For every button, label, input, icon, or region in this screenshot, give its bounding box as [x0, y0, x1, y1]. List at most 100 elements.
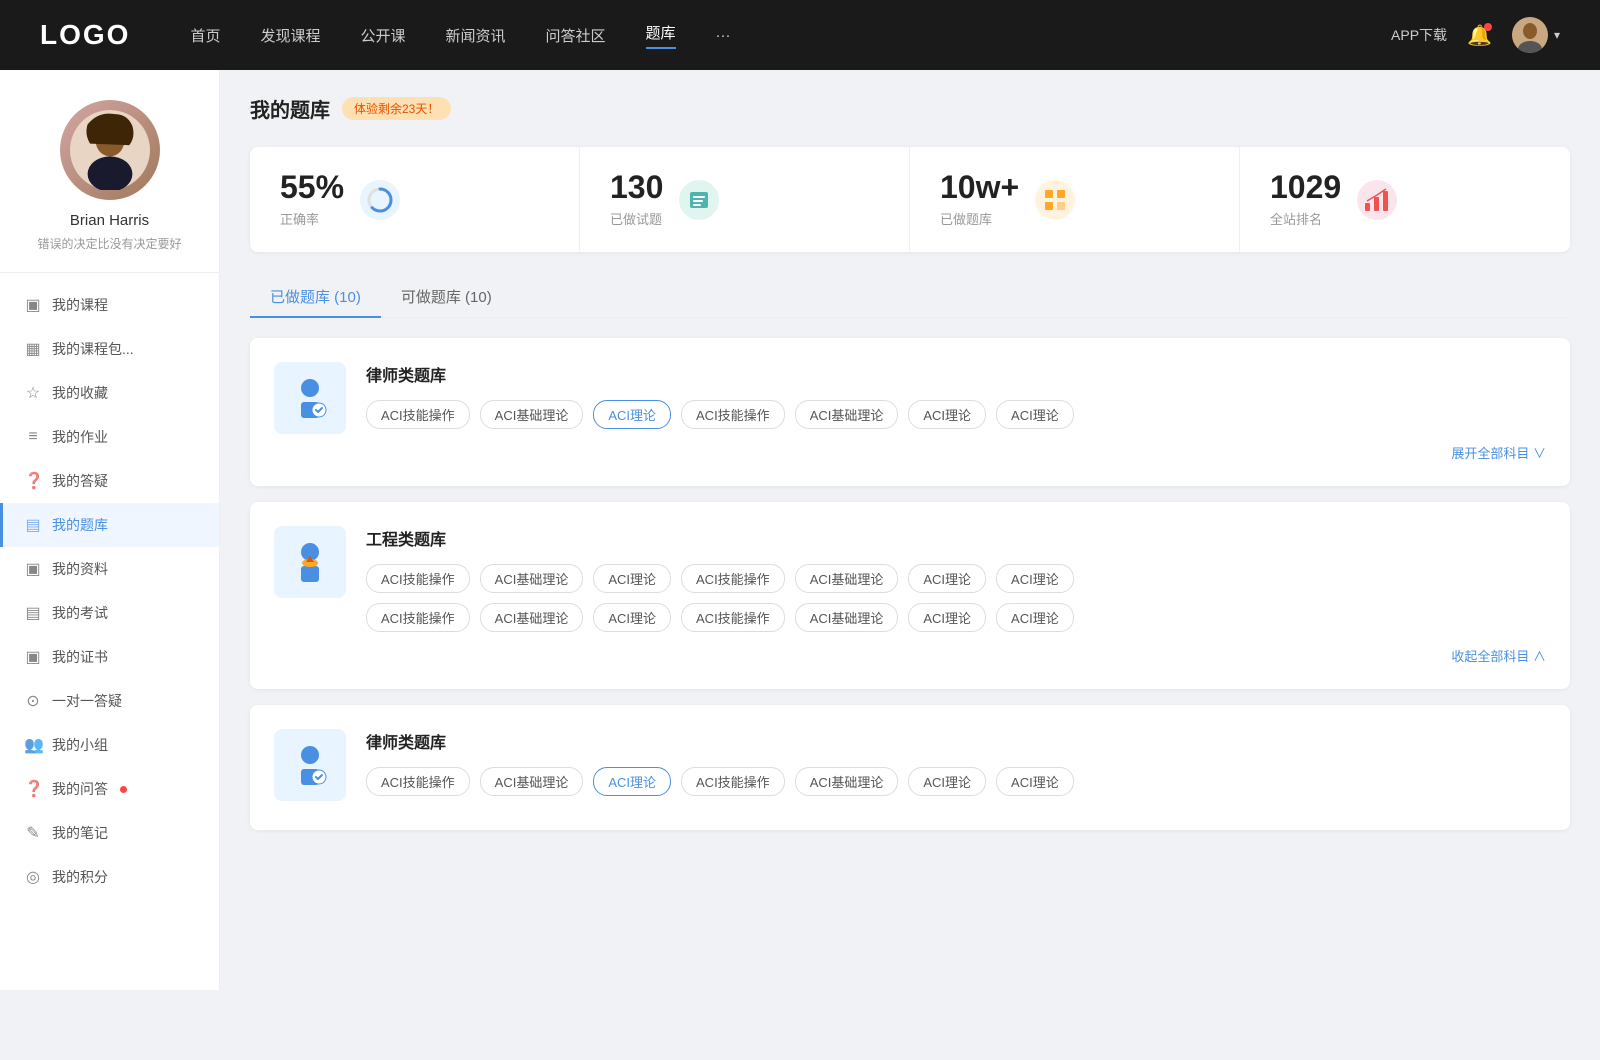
tag-2-3[interactable]: ACI技能操作	[681, 767, 785, 796]
sidebar-item-points[interactable]: ◎ 我的积分	[0, 855, 219, 899]
notification-bell[interactable]: 🔔	[1467, 23, 1492, 48]
nav-more[interactable]: ···	[716, 27, 731, 44]
collapse-link-1[interactable]: 收起全部科目 ∧	[366, 642, 1546, 665]
tag-0-0[interactable]: ACI技能操作	[366, 400, 470, 429]
sidebar-item-notes[interactable]: ✎ 我的笔记	[0, 811, 219, 855]
tag-0-4[interactable]: ACI基础理论	[795, 400, 899, 429]
sidebar-label-exam: 我的考试	[52, 603, 108, 623]
nav-news[interactable]: 新闻资讯	[446, 25, 506, 46]
qbank-card-1-icon	[274, 526, 346, 598]
tag-1-2[interactable]: ACI理论	[593, 564, 671, 593]
sidebar-item-course-package[interactable]: ▦ 我的课程包...	[0, 327, 219, 371]
qbank-card-2-body: 律师类题库 ACI技能操作 ACI基础理论 ACI理论 ACI技能操作 ACI基…	[366, 729, 1546, 806]
profile-name: Brian Harris	[70, 212, 149, 229]
stat-done-banks: 10w+ 已做题库	[910, 147, 1240, 252]
header: LOGO 首页 发现课程 公开课 新闻资讯 问答社区 题库 ··· APP下载 …	[0, 0, 1600, 70]
page-wrap: Brian Harris 错误的决定比没有决定要好 ▣ 我的课程 ▦ 我的课程包…	[0, 70, 1600, 990]
sidebar-label-qbank: 我的题库	[52, 515, 108, 535]
tab-available-banks[interactable]: 可做题库 (10)	[381, 276, 512, 317]
qbank-card-1-tags-row1: ACI技能操作 ACI基础理论 ACI理论 ACI技能操作 ACI基础理论 AC…	[366, 564, 1546, 593]
stat-done-questions-value: 130	[610, 171, 663, 203]
qbank-card-0-body: 律师类题库 ACI技能操作 ACI基础理论 ACI理论 ACI技能操作 ACI基…	[366, 362, 1546, 462]
qbank-card-1: 工程类题库 ACI技能操作 ACI基础理论 ACI理论 ACI技能操作 ACI基…	[250, 502, 1570, 689]
tag-1-5[interactable]: ACI理论	[908, 564, 986, 593]
sidebar-item-group[interactable]: 👥 我的小组	[0, 723, 219, 767]
tag-0-3[interactable]: ACI技能操作	[681, 400, 785, 429]
sidebar-item-1on1[interactable]: ⊙ 一对一答疑	[0, 679, 219, 723]
tag-0-2[interactable]: ACI理论	[593, 400, 671, 429]
profile-area: Brian Harris 错误的决定比没有决定要好	[0, 100, 219, 273]
sidebar-label-certificate: 我的证书	[52, 647, 108, 667]
qbank-card-2-header: 律师类题库 ACI技能操作 ACI基础理论 ACI理论 ACI技能操作 ACI基…	[274, 729, 1546, 806]
stat-rank-text: 1029 全站排名	[1270, 171, 1341, 228]
qbank-card-2-tags: ACI技能操作 ACI基础理论 ACI理论 ACI技能操作 ACI基础理论 AC…	[366, 767, 1546, 796]
nav-discover[interactable]: 发现课程	[260, 25, 320, 46]
one-on-one-icon: ⊙	[24, 691, 42, 711]
sidebar-item-homework[interactable]: ≡ 我的作业	[0, 415, 219, 459]
tag-1-3[interactable]: ACI技能操作	[681, 564, 785, 593]
sidebar-item-qbank[interactable]: ▤ 我的题库	[0, 503, 219, 547]
qbank-card-1-body: 工程类题库 ACI技能操作 ACI基础理论 ACI理论 ACI技能操作 ACI基…	[366, 526, 1546, 665]
sidebar-item-certificate[interactable]: ▣ 我的证书	[0, 635, 219, 679]
sidebar-item-qa[interactable]: ❓ 我的答疑	[0, 459, 219, 503]
sidebar-item-my-qa[interactable]: ❓ 我的问答	[0, 767, 219, 811]
sidebar-item-exam[interactable]: ▤ 我的考试	[0, 591, 219, 635]
app-download-button[interactable]: APP下载	[1391, 25, 1447, 45]
qbank-card-2-icon	[274, 729, 346, 801]
tag-1-12[interactable]: ACI理论	[908, 603, 986, 632]
tag-1-10[interactable]: ACI技能操作	[681, 603, 785, 632]
tag-1-6[interactable]: ACI理论	[996, 564, 1074, 593]
tag-1-1[interactable]: ACI基础理论	[480, 564, 584, 593]
homework-icon: ≡	[24, 428, 42, 446]
nav-open-course[interactable]: 公开课	[360, 25, 405, 46]
stat-done-questions-label: 已做试题	[610, 209, 663, 228]
qbank-card-0-tags: ACI技能操作 ACI基础理论 ACI理论 ACI技能操作 ACI基础理论 AC…	[366, 400, 1546, 429]
my-qa-icon: ❓	[24, 779, 42, 799]
tag-2-1[interactable]: ACI基础理论	[480, 767, 584, 796]
sidebar-item-my-course[interactable]: ▣ 我的课程	[0, 283, 219, 327]
tag-1-11[interactable]: ACI基础理论	[795, 603, 899, 632]
tag-2-5[interactable]: ACI理论	[908, 767, 986, 796]
sidebar-label-qa: 我的答疑	[52, 471, 108, 491]
qbank-card-2-title: 律师类题库	[366, 729, 1546, 753]
tag-1-8[interactable]: ACI基础理论	[480, 603, 584, 632]
stat-rank-value: 1029	[1270, 171, 1341, 203]
sidebar: Brian Harris 错误的决定比没有决定要好 ▣ 我的课程 ▦ 我的课程包…	[0, 70, 220, 990]
nav-qbank[interactable]: 题库	[646, 22, 676, 49]
tag-2-4[interactable]: ACI基础理论	[795, 767, 899, 796]
qbank-card-0-icon	[274, 362, 346, 434]
logo: LOGO	[40, 19, 130, 51]
tag-2-0[interactable]: ACI技能操作	[366, 767, 470, 796]
tag-1-0[interactable]: ACI技能操作	[366, 564, 470, 593]
nav-home[interactable]: 首页	[190, 25, 220, 46]
stat-done-questions: 130 已做试题	[580, 147, 910, 252]
tag-0-1[interactable]: ACI基础理论	[480, 400, 584, 429]
sidebar-menu: ▣ 我的课程 ▦ 我的课程包... ☆ 我的收藏 ≡ 我的作业 ❓ 我的答疑 ▤…	[0, 273, 219, 909]
qbank-card-0: 律师类题库 ACI技能操作 ACI基础理论 ACI理论 ACI技能操作 ACI基…	[250, 338, 1570, 486]
sidebar-label-1on1: 一对一答疑	[52, 691, 122, 711]
sidebar-item-favorites[interactable]: ☆ 我的收藏	[0, 371, 219, 415]
stat-list-icon	[679, 180, 719, 220]
sidebar-item-materials[interactable]: ▣ 我的资料	[0, 547, 219, 591]
stat-accuracy-label: 正确率	[280, 209, 344, 228]
tag-1-9[interactable]: ACI理论	[593, 603, 671, 632]
tabs-row: 已做题库 (10) 可做题库 (10)	[250, 276, 1570, 318]
qa-dot-badge	[120, 786, 127, 793]
tag-2-2[interactable]: ACI理论	[593, 767, 671, 796]
stat-done-banks-text: 10w+ 已做题库	[940, 171, 1019, 228]
nav-qa[interactable]: 问答社区	[546, 25, 606, 46]
tag-1-7[interactable]: ACI技能操作	[366, 603, 470, 632]
tag-1-13[interactable]: ACI理论	[996, 603, 1074, 632]
tag-0-5[interactable]: ACI理论	[908, 400, 986, 429]
tag-2-6[interactable]: ACI理论	[996, 767, 1074, 796]
header-right: APP下载 🔔 ▾	[1391, 17, 1560, 53]
package-icon: ▦	[24, 339, 42, 359]
tag-1-4[interactable]: ACI基础理论	[795, 564, 899, 593]
tab-done-banks[interactable]: 已做题库 (10)	[250, 276, 381, 317]
expand-link-0[interactable]: 展开全部科目 ∨	[366, 439, 1546, 462]
notification-badge	[1484, 23, 1492, 31]
tag-0-6[interactable]: ACI理论	[996, 400, 1074, 429]
stat-grid-icon	[1035, 180, 1075, 220]
page-header: 我的题库 体验剩余23天！	[250, 94, 1570, 123]
user-avatar-dropdown[interactable]: ▾	[1512, 17, 1560, 53]
